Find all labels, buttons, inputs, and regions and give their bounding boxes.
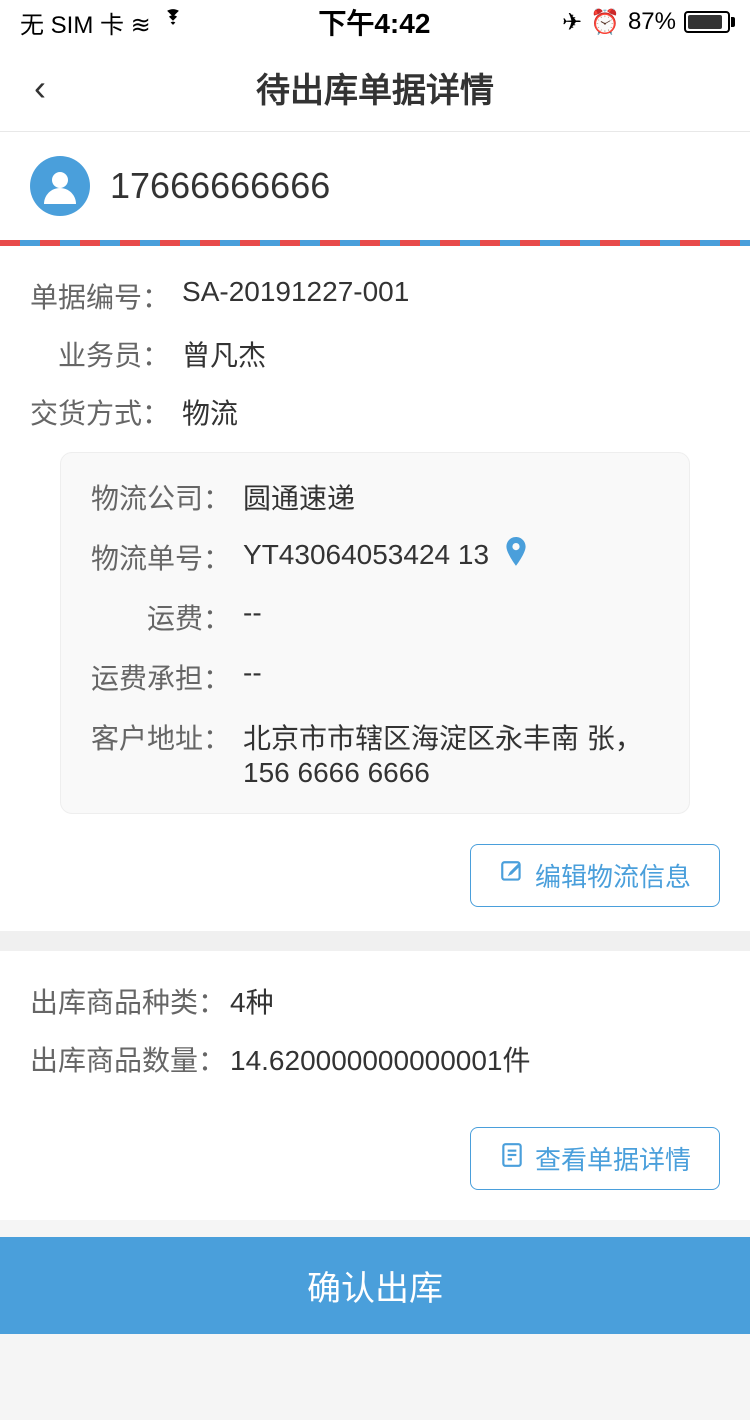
status-bar: 无 SIM 卡 ≋ 下午4:42 ✈ ⏰ 87% <box>0 0 750 44</box>
goods-types-value: 4种 <box>230 981 274 1021</box>
view-details-button[interactable]: 查看单据详情 <box>470 1127 720 1190</box>
delivery-value: 物流 <box>182 392 720 432</box>
delivery-row: 交货方式： 物流 <box>30 392 720 432</box>
goods-types-label: 出库商品种类： <box>30 981 230 1021</box>
nav-bar: ‹ 待出库单据详情 <box>0 44 750 132</box>
logistics-company-value: 圆通速递 <box>243 477 659 517</box>
document-info-section: 单据编号： SA-20191227-001 业务员： 曾凡杰 交货方式： 物流 … <box>0 246 750 931</box>
freight-bearer-row: 运费承担： -- <box>91 657 659 697</box>
status-time: 下午4:42 <box>318 2 430 42</box>
section-separator <box>0 931 750 951</box>
freight-value: -- <box>243 597 659 629</box>
wifi-icon <box>159 8 187 36</box>
alarm-icon: ⏰ <box>590 8 620 37</box>
address-label: 客户地址： <box>91 717 231 757</box>
battery-icon <box>684 11 730 33</box>
freight-label: 运费： <box>91 597 231 637</box>
freight-row: 运费： -- <box>91 597 659 637</box>
customer-header: 17666666666 <box>0 132 750 240</box>
view-btn-wrap: 查看单据详情 <box>0 1117 750 1220</box>
location-status-icon: ✈ <box>562 8 582 37</box>
logistics-tracking-row: 物流单号： YT43064053424 13 <box>91 537 659 577</box>
status-right: ✈ ⏰ 87% <box>562 8 730 37</box>
logistics-company-row: 物流公司： 圆通速递 <box>91 477 659 517</box>
delivery-label: 交货方式： <box>30 392 170 432</box>
battery-percent: 87% <box>628 8 676 36</box>
edit-btn-wrap: 编辑物流信息 <box>30 834 720 907</box>
page-title: 待出库单据详情 <box>256 63 494 112</box>
logistics-company-label: 物流公司： <box>91 477 231 517</box>
confirm-btn-label: 确认出库 <box>307 1261 443 1310</box>
edit-icon <box>499 859 525 892</box>
freight-bearer-label: 运费承担： <box>91 657 231 697</box>
goods-quantity-row: 出库商品数量： 14.620000000000001件 <box>30 1039 720 1079</box>
address-row: 客户地址： 北京市市辖区海淀区永丰南 张，156 6666 6666 <box>91 717 659 789</box>
person-icon <box>40 166 80 206</box>
freight-bearer-value: -- <box>243 657 659 689</box>
edit-logistics-button[interactable]: 编辑物流信息 <box>470 844 720 907</box>
goods-quantity-value: 14.620000000000001件 <box>230 1039 531 1079</box>
logistics-card: 物流公司： 圆通速递 物流单号： YT43064053424 13 运费： --… <box>60 452 690 814</box>
status-left: 无 SIM 卡 ≋ <box>20 5 187 40</box>
address-value: 北京市市辖区海淀区永丰南 张，156 6666 6666 <box>243 717 659 789</box>
map-pin-icon[interactable] <box>501 537 531 573</box>
doc-number-row: 单据编号： SA-20191227-001 <box>30 276 720 316</box>
logistics-tracking-value: YT43064053424 13 <box>243 537 659 573</box>
staff-row: 业务员： 曾凡杰 <box>30 334 720 374</box>
document-icon <box>499 1142 525 1175</box>
back-button[interactable]: ‹ <box>24 57 56 119</box>
doc-number-value: SA-20191227-001 <box>182 276 720 308</box>
staff-label: 业务员： <box>30 334 170 374</box>
customer-phone: 17666666666 <box>110 165 330 207</box>
goods-quantity-label: 出库商品数量： <box>30 1039 230 1079</box>
staff-value: 曾凡杰 <box>182 334 720 374</box>
goods-section: 出库商品种类： 4种 出库商品数量： 14.620000000000001件 <box>0 951 750 1117</box>
avatar <box>30 156 90 216</box>
doc-number-label: 单据编号： <box>30 276 170 316</box>
confirm-button[interactable]: 确认出库 <box>0 1237 750 1334</box>
goods-types-row: 出库商品种类： 4种 <box>30 981 720 1021</box>
logistics-tracking-label: 物流单号： <box>91 537 231 577</box>
sim-label: 无 SIM 卡 ≋ <box>20 5 151 40</box>
